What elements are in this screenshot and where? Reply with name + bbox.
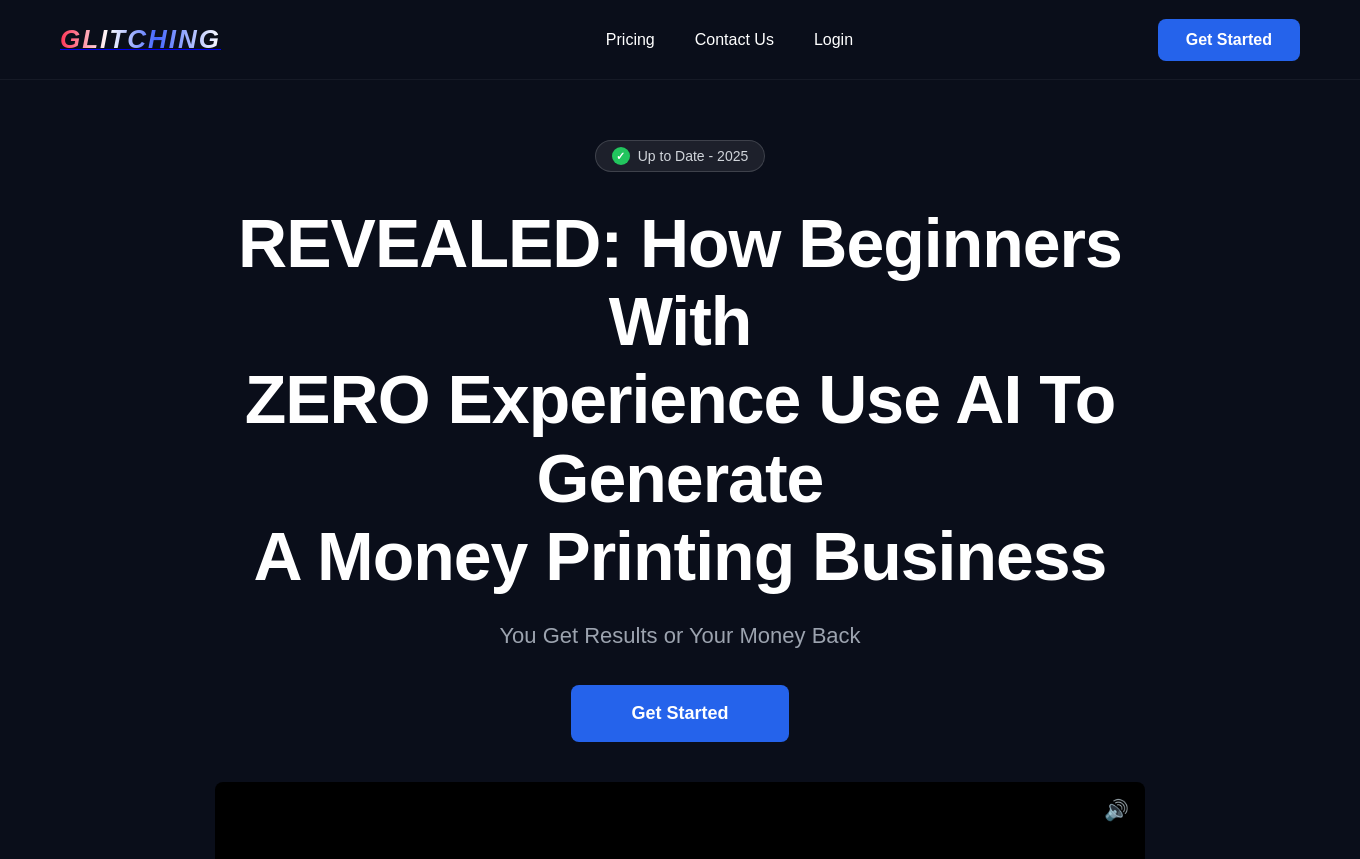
nav-item-login[interactable]: Login — [814, 31, 853, 49]
video-player[interactable]: 🔊 — [215, 782, 1145, 859]
navbar: GLITCHING Pricing Contact Us Login Get S… — [0, 0, 1360, 80]
nav-get-started-button[interactable]: Get Started — [1158, 19, 1300, 61]
hero-title: REVEALED: How Beginners With ZERO Experi… — [230, 204, 1130, 595]
hero-title-line2: ZERO Experience Use AI To Generate — [245, 361, 1116, 515]
hero-title-line1: REVEALED: How Beginners With — [238, 205, 1122, 359]
hero-get-started-button[interactable]: Get Started — [571, 685, 788, 742]
nav-item-contact[interactable]: Contact Us — [695, 31, 774, 49]
nav-links: Pricing Contact Us Login — [606, 31, 853, 49]
logo-link[interactable]: GLITCHING — [60, 24, 221, 55]
volume-icon: 🔊 — [1104, 798, 1129, 822]
badge: Up to Date - 2025 — [595, 140, 766, 172]
hero-section: Up to Date - 2025 REVEALED: How Beginner… — [0, 80, 1360, 859]
nav-item-pricing[interactable]: Pricing — [606, 31, 655, 49]
contact-link[interactable]: Contact Us — [695, 31, 774, 48]
badge-text: Up to Date - 2025 — [638, 148, 749, 164]
badge-check-icon — [612, 147, 630, 165]
pricing-link[interactable]: Pricing — [606, 31, 655, 48]
hero-subtitle: You Get Results or Your Money Back — [499, 623, 860, 649]
login-link[interactable]: Login — [814, 31, 853, 48]
brand-logo: GLITCHING — [60, 24, 221, 54]
hero-title-line3: A Money Printing Business — [254, 518, 1107, 594]
